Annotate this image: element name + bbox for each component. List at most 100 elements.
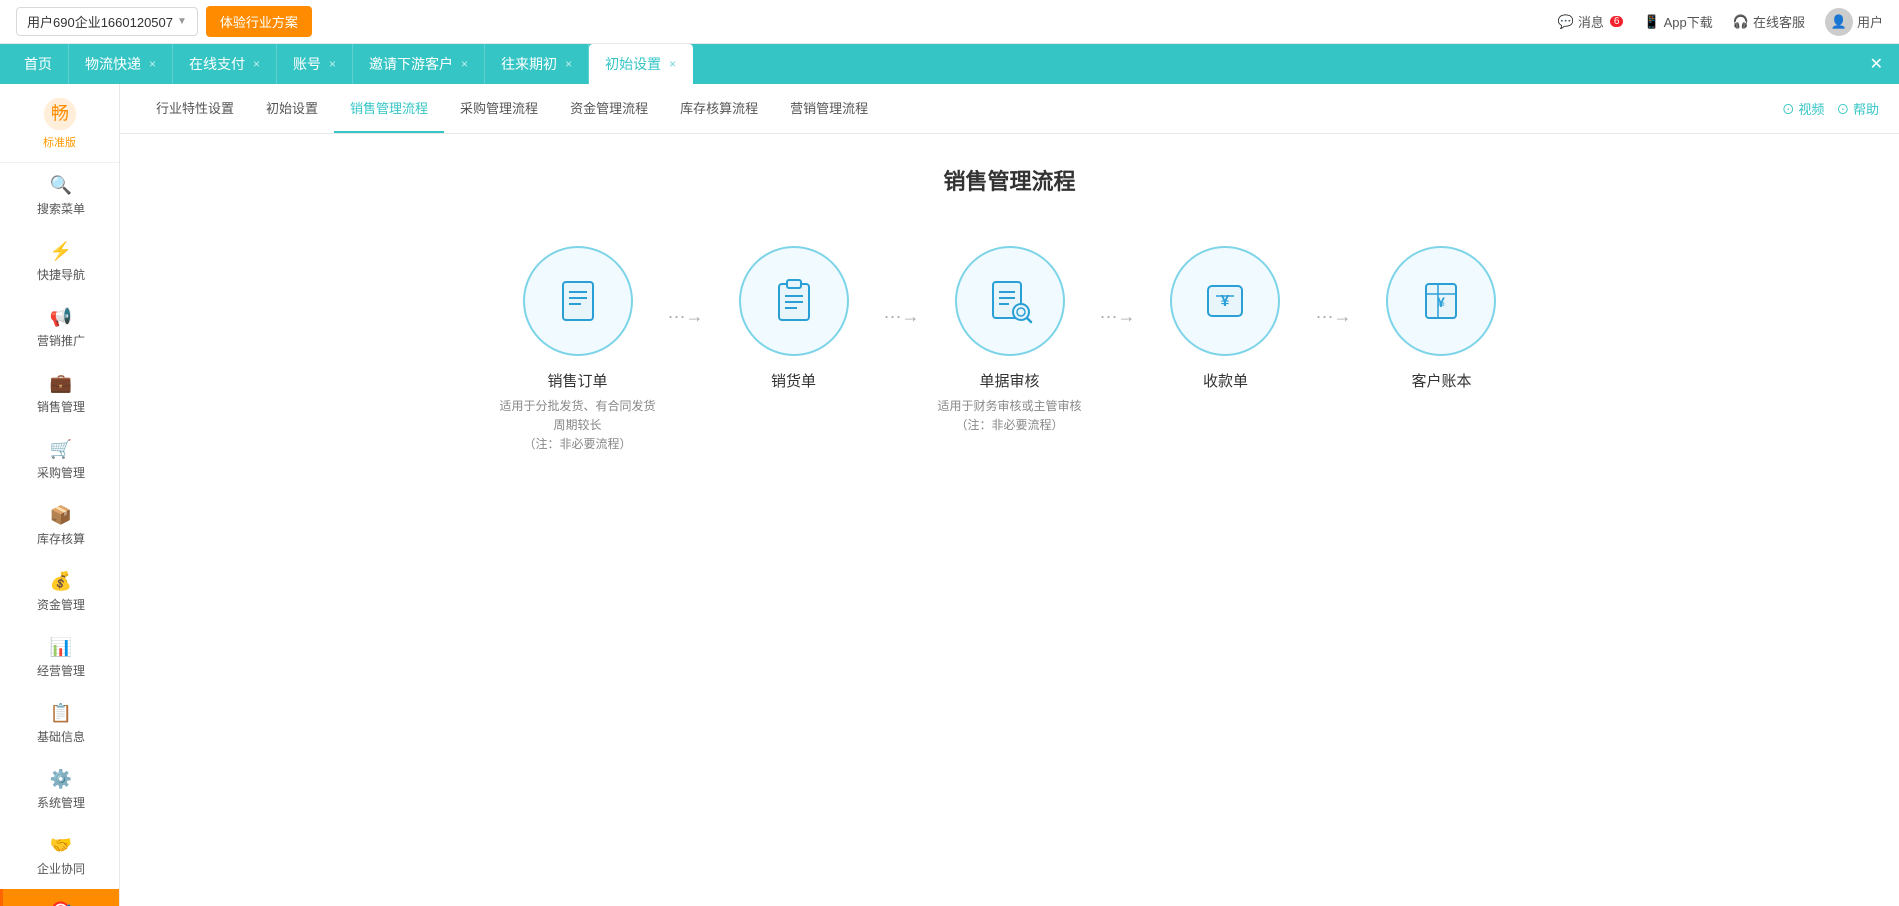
quick-icon: ⚡ [50,241,72,262]
close-tab-icon[interactable]: × [253,57,260,71]
sidebar-item-system[interactable]: ⚙️ 系统管理 [0,757,119,823]
nav-tab-label: 物流快递 [85,54,141,74]
step-desc-audit: 适用于财务审核或主管审核（注：非必要流程） [937,397,1081,435]
sidebar: 畅 标准版 🔍 搜索菜单 ⚡ 快捷导航 📢 营销推广 💼 销售管理 🛒 采购管理… [0,84,120,906]
help-action[interactable]: ⊙ 帮助 [1836,99,1879,118]
flow-arrow-2: ···→ [874,306,930,327]
customer-service-action[interactable]: 🎧 在线客服 [1733,12,1805,31]
step-label-sales-invoice: 销货单 [771,370,816,391]
nav-tab-账号[interactable]: 账号× [277,44,353,84]
nav-tab-往来期初[interactable]: 往来期初× [485,44,589,84]
step-circle-sales-order [523,246,633,356]
sub-tab-营销管理流程[interactable]: 营销管理流程 [774,84,884,133]
sidebar-item-collab[interactable]: 🤝 企业协同 [0,823,119,889]
flow-step-sales-order[interactable]: 销售订单 适用于分批发货、有合同发货周期较长（注：非必要流程） [498,246,658,455]
sidebar-item-label: 资金管理 [37,596,85,613]
headset-icon: 🎧 [1733,14,1749,30]
logo-subtitle: 标准版 [43,134,76,150]
flow-steps: 销售订单 适用于分批发货、有合同发货周期较长（注：非必要流程） ···→ 销货单… [160,246,1859,455]
app-download-action[interactable]: 📱 App下载 [1643,12,1712,31]
flow-arrow-4: ···→ [1305,306,1361,327]
sidebar-item-label: 采购管理 [37,464,85,481]
step-label-receipt: 收款单 [1203,370,1248,391]
sub-tab-actions: ⊙ 视频 ⊙ 帮助 [1782,99,1879,118]
close-all-tabs-button[interactable]: ✕ [1870,54,1883,74]
sidebar-item-quick[interactable]: ⚡ 快捷导航 [0,229,119,295]
header-left: 用户690企业1660120507 ▼ 体验行业方案 [16,6,312,37]
sub-tab-销售管理流程[interactable]: 销售管理流程 [334,84,444,133]
sub-tab-采购管理流程[interactable]: 采购管理流程 [444,84,554,133]
main-layout: 畅 标准版 🔍 搜索菜单 ⚡ 快捷导航 📢 营销推广 💼 销售管理 🛒 采购管理… [0,84,1899,906]
flow-arrow-3: ···→ [1090,306,1146,327]
sidebar-item-label: 系统管理 [37,794,85,811]
step-circle-receipt: ¥ [1170,246,1280,356]
sub-tabs-container: 行业特性设置初始设置销售管理流程采购管理流程资金管理流程库存核算流程营销管理流程 [140,84,884,133]
nav-tab-label: 在线支付 [189,54,245,74]
flow-step-audit[interactable]: 单据审核 适用于财务审核或主管审核（注：非必要流程） [930,246,1090,435]
message-label: 消息 [1578,12,1604,31]
nav-tab-物流快递[interactable]: 物流快递 × [69,44,173,84]
nav-tab-邀请下游客户[interactable]: 邀请下游客户 × [353,44,485,84]
sub-tab-行业特性设置[interactable]: 行业特性设置 [140,84,250,133]
message-badge: 6 [1610,16,1624,27]
sidebar-item-finance[interactable]: 💰 资金管理 [0,559,119,625]
sidebar-item-inventory[interactable]: 📦 库存核算 [0,493,119,559]
sidebar-item-label: 经营管理 [37,662,85,679]
sidebar-item-basic[interactable]: 📋 基础信息 [0,691,119,757]
flow-step-account[interactable]: ¥ 客户账本 [1361,246,1521,391]
service-label: 在线客服 [1753,12,1805,31]
collab-icon: 🤝 [50,835,72,856]
user-selector[interactable]: 用户690企业1660120507 ▼ [16,7,198,36]
search-icon: 🔍 [50,175,72,196]
sub-tab-库存核算流程[interactable]: 库存核算流程 [664,84,774,133]
close-tab-icon[interactable]: × [669,57,676,71]
step-circle-account: ¥ [1386,246,1496,356]
app-label: App下载 [1664,12,1713,31]
sub-tab-初始设置[interactable]: 初始设置 [250,84,334,133]
sidebar-item-label: 基础信息 [37,728,85,745]
nav-tab-初始设置[interactable]: 初始设置× [589,44,693,84]
nav-tab-在线支付[interactable]: 在线支付 × [173,44,277,84]
sidebar-item-sales[interactable]: 💼 销售管理 [0,361,119,427]
video-action[interactable]: ⊙ 视频 [1782,99,1825,118]
sidebar-item-operation[interactable]: 📊 经营管理 [0,625,119,691]
flow-step-sales-invoice[interactable]: 销货单 [714,246,874,391]
guide-icon: 🎯 [50,901,72,906]
sidebar-item-label: 销售管理 [37,398,85,415]
svg-text:畅: 畅 [51,103,69,123]
nav-tab-首页[interactable]: 首页 [8,44,69,84]
close-tab-icon[interactable]: × [565,57,572,71]
flow-title: 销售管理流程 [160,164,1859,196]
close-tab-icon[interactable]: × [149,57,156,71]
main-content: 行业特性设置初始设置销售管理流程采购管理流程资金管理流程库存核算流程营销管理流程… [120,84,1899,906]
nav-tabs-container: 首页物流快递×在线支付×账号×邀请下游客户×往来期初×初始设置× [8,44,693,84]
trial-button[interactable]: 体验行业方案 [206,6,312,37]
top-header: 用户690企业1660120507 ▼ 体验行业方案 💬 消息 6 📱 App下… [0,0,1899,44]
chevron-down-icon: ▼ [177,16,187,27]
purchase-icon: 🛒 [50,439,72,460]
flow-arrow-1: ···→ [658,306,714,327]
step-label-account: 客户账本 [1411,370,1471,391]
user-label: 用户690企业1660120507 [27,12,173,31]
finance-icon: 💰 [50,571,72,592]
nav-tab-label: 邀请下游客户 [369,54,453,74]
close-tab-icon[interactable]: × [461,57,468,71]
sidebar-item-purchase[interactable]: 🛒 采购管理 [0,427,119,493]
sidebar-item-guide[interactable]: 🎯 新手引导 [0,889,119,906]
message-action[interactable]: 💬 消息 6 [1558,12,1624,31]
sidebar-item-label: 快捷导航 [37,266,85,283]
sidebar-item-marketing[interactable]: 📢 营销推广 [0,295,119,361]
close-tab-icon[interactable]: × [329,57,336,71]
user-avatar-action[interactable]: 👤 用户 [1825,8,1883,36]
header-right: 💬 消息 6 📱 App下载 🎧 在线客服 👤 用户 [1558,8,1883,36]
flow-step-receipt[interactable]: ¥ 收款单 [1145,246,1305,391]
nav-tabs-bar: 首页物流快递×在线支付×账号×邀请下游客户×往来期初×初始设置× ✕ [0,44,1899,84]
app-icon: 📱 [1643,14,1659,30]
step-circle-sales-invoice [739,246,849,356]
system-icon: ⚙️ [50,769,72,790]
sub-tab-资金管理流程[interactable]: 资金管理流程 [554,84,664,133]
sub-tabs-bar: 行业特性设置初始设置销售管理流程采购管理流程资金管理流程库存核算流程营销管理流程… [120,84,1899,134]
sales-icon: 💼 [50,373,72,394]
sidebar-item-search[interactable]: 🔍 搜索菜单 [0,163,119,229]
sidebar-item-label: 库存核算 [37,530,85,547]
